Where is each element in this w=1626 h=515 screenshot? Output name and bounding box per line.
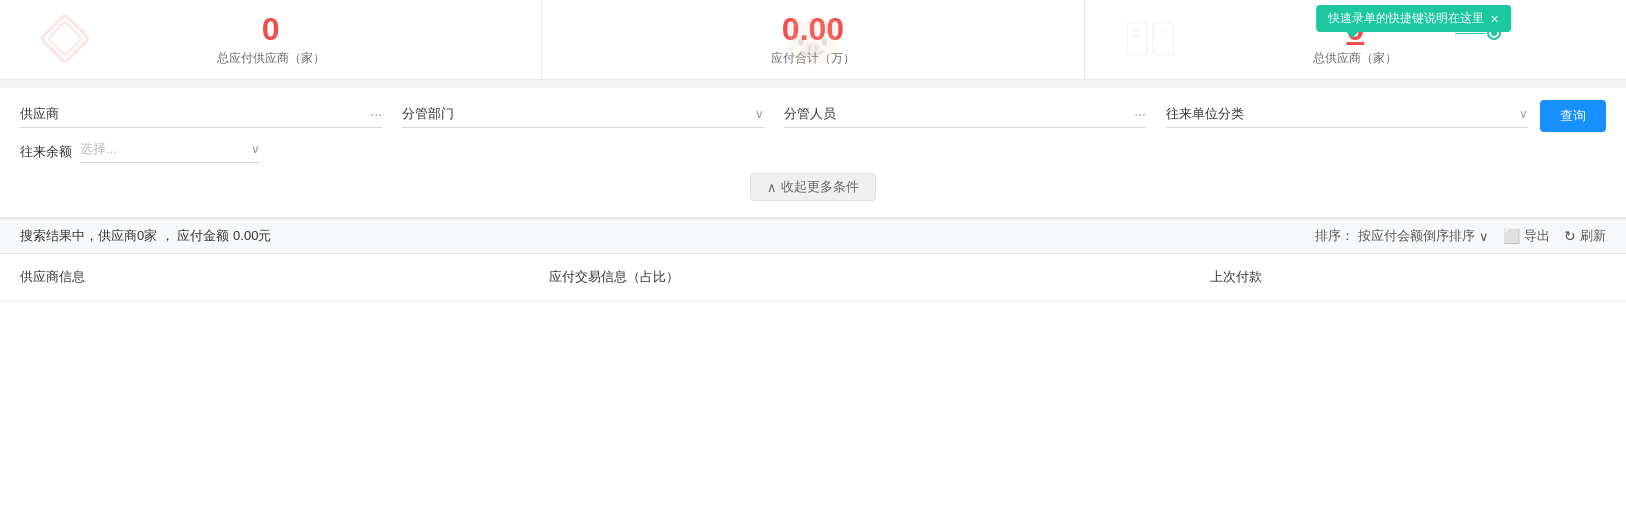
refresh-icon: ↻ [1564, 228, 1576, 244]
collapse-icon: ∧ [767, 180, 777, 195]
balance-placeholder: 选择... [80, 140, 251, 158]
total-suppliers-label: 总供应商（家） [1313, 50, 1397, 67]
refresh-label: 刷新 [1580, 227, 1606, 245]
col-payable-header: 应付交易信息（占比） [549, 268, 1210, 286]
query-button[interactable]: 查询 [1540, 100, 1606, 132]
stat-payable-suppliers: 0 总应付供应商（家） [0, 0, 542, 79]
payable-suppliers-number: 0 [262, 12, 280, 47]
person-input[interactable] [836, 106, 1134, 121]
tooltip-text: 快速录单的快捷键说明在这里 [1328, 10, 1484, 27]
svg-rect-3 [1153, 22, 1173, 54]
stat-total-suppliers: 快速录单的快捷键说明在这里 × 0 总供应商（家） [1085, 0, 1626, 79]
supplier-label: 供应商 [20, 105, 70, 123]
person-dots[interactable]: ··· [1134, 106, 1146, 122]
unit-category-chevron[interactable]: ∨ [1519, 107, 1528, 121]
table-header: 供应商信息 应付交易信息（占比） 上次付款 [0, 254, 1626, 301]
dept-label: 分管部门 [402, 105, 454, 123]
result-amount: 应付金额 0.00元 [177, 228, 271, 243]
unit-category-label: 往来单位分类 [1166, 105, 1244, 123]
result-separator: ， [161, 228, 174, 243]
balance-label: 往来余额 [20, 143, 80, 161]
result-info: 搜索结果中，供应商0家 ， 应付金额 0.00元 [20, 227, 271, 245]
export-button[interactable]: ⬜ 导出 [1503, 227, 1550, 245]
collapse-button[interactable]: ∧ 收起更多条件 [750, 173, 876, 201]
search-area: 供应商 ··· 分管部门 ∨ 分管人员 ··· 往来单位分类 ∨ 查询 往来余额… [0, 88, 1626, 218]
top-stats-bar: 0 总应付供应商（家） 🐷 0.00 应付合计（万） 快速录单的快捷键说明在这里… [0, 0, 1626, 80]
stat-payable-total: 🐷 0.00 应付合计（万） [542, 0, 1084, 79]
person-label: 分管人员 [784, 105, 836, 123]
result-text: 搜索结果中，供应商0家 [20, 228, 157, 243]
collapse-bar: ∧ 收起更多条件 [20, 167, 1606, 209]
balance-select[interactable]: 选择... ∨ [80, 140, 260, 163]
balance-chevron[interactable]: ∨ [251, 142, 260, 156]
diamond-icon [40, 13, 90, 66]
piggy-icon: 🐷 [783, 12, 843, 68]
supplier-dots[interactable]: ··· [370, 106, 382, 122]
dept-chevron[interactable]: ∨ [755, 107, 764, 121]
search-row-1: 供应商 ··· 分管部门 ∨ 分管人员 ··· 往来单位分类 ∨ 查询 [20, 100, 1606, 132]
sort-select[interactable]: 排序： 按应付会额倒序排序 ∨ [1315, 227, 1489, 245]
result-bar: 搜索结果中，供应商0家 ， 应付金额 0.00元 排序： 按应付会额倒序排序 ∨… [0, 218, 1626, 254]
supplier-field: 供应商 ··· [20, 105, 382, 128]
result-actions: 排序： 按应付会额倒序排序 ∨ ⬜ 导出 ↻ 刷新 [1315, 227, 1606, 245]
export-icon: ⬜ [1503, 228, 1520, 244]
suppliers-icon [1125, 20, 1175, 59]
svg-rect-2 [1127, 22, 1147, 54]
unit-category-input[interactable] [1244, 106, 1519, 121]
col-lastpay-header: 上次付款 [1210, 268, 1607, 286]
table-body [0, 301, 1626, 515]
sort-value: 按应付会额倒序排序 [1358, 227, 1475, 245]
dept-field: 分管部门 ∨ [402, 105, 764, 128]
refresh-button[interactable]: ↻ 刷新 [1564, 227, 1606, 245]
col-supplier-header: 供应商信息 [20, 268, 549, 286]
sort-chevron[interactable]: ∨ [1479, 229, 1489, 244]
export-label: 导出 [1524, 227, 1550, 245]
search-row-2: 往来余额 选择... ∨ [20, 140, 1606, 163]
payable-suppliers-label: 总应付供应商（家） [217, 50, 325, 67]
supplier-input[interactable] [70, 106, 370, 121]
person-field: 分管人员 ··· [784, 105, 1146, 128]
sort-label: 排序： [1315, 227, 1354, 245]
tooltip-close-btn[interactable]: × [1490, 12, 1498, 26]
tooltip-bubble: 快速录单的快捷键说明在这里 × [1316, 5, 1510, 32]
collapse-label: 收起更多条件 [781, 178, 859, 196]
dept-input[interactable] [454, 106, 755, 121]
unit-category-field: 往来单位分类 ∨ [1166, 105, 1528, 128]
